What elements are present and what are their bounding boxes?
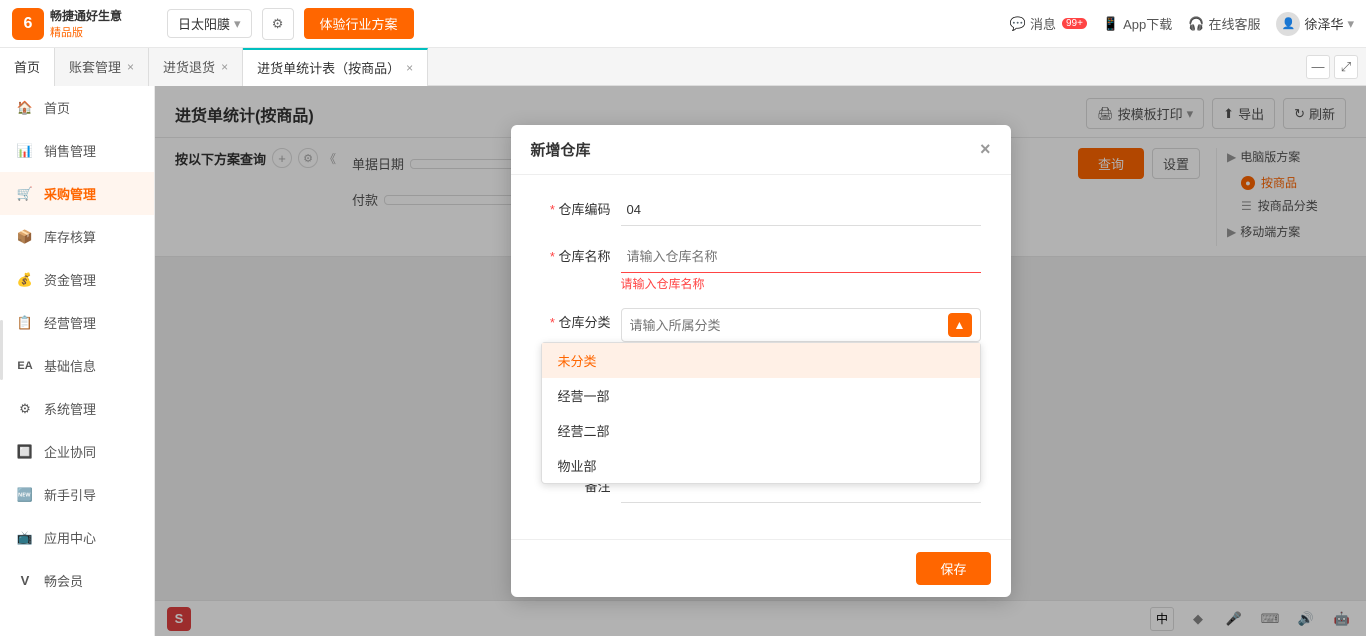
inventory-icon: 📦 — [16, 228, 34, 246]
category-chevron-up-button[interactable]: ▲ — [948, 313, 972, 337]
sidebar-item-basic-info[interactable]: EA 基础信息 — [0, 344, 154, 387]
sidebar-scrollbar — [0, 320, 3, 380]
message-icon: 💬 — [1010, 16, 1026, 32]
category-dropdown: 未分类 经营一部 经营二部 物业部 — [541, 342, 981, 484]
tab-home[interactable]: 首页 — [0, 48, 55, 86]
warehouse-code-control — [621, 195, 981, 226]
headset-icon: 🎧 — [1188, 16, 1204, 32]
sidebar-item-home[interactable]: 🏠 首页 — [0, 86, 154, 129]
app-logo-icon: 6 — [12, 8, 44, 40]
warehouse-name-control: 请输入仓库名称 — [621, 242, 981, 292]
tab-controls: — ⤢ — [1306, 55, 1366, 79]
sidebar-item-purchase[interactable]: 🛒 采购管理 — [0, 172, 154, 215]
online-service-button[interactable]: 🎧 在线客服 — [1188, 14, 1260, 33]
main-layout: 🏠 首页 📊 销售管理 🛒 采购管理 📦 库存核算 💰 资金管理 📋 经营管理 … — [0, 86, 1366, 636]
finance-icon: 💰 — [16, 271, 34, 289]
home-icon: 🏠 — [16, 99, 34, 117]
enterprise-icon: 🔲 — [16, 443, 34, 461]
sidebar: 🏠 首页 📊 销售管理 🛒 采购管理 📦 库存核算 💰 资金管理 📋 经营管理 … — [0, 86, 155, 636]
sidebar-item-sales[interactable]: 📊 销售管理 — [0, 129, 154, 172]
tab-accounts[interactable]: 账套管理 × — [55, 48, 149, 86]
new-warehouse-modal: 新增仓库 × 仓库编码 仓库名称 — [511, 125, 1011, 597]
user-menu[interactable]: 👤 徐泽华 ▾ — [1276, 12, 1354, 36]
user-avatar: 👤 — [1276, 12, 1300, 36]
category-input[interactable] — [630, 318, 948, 333]
warehouse-name-error: 请输入仓库名称 — [621, 275, 981, 292]
logo-area: 6 畅捷通好生意 精品版 — [12, 7, 167, 40]
system-icon: ⚙ — [16, 400, 34, 418]
warehouse-category-label: 仓库分类 — [541, 308, 621, 338]
sidebar-item-app-center[interactable]: 📺 应用中心 — [0, 516, 154, 559]
modal-close-button[interactable]: × — [980, 139, 991, 160]
sidebar-item-finance[interactable]: 💰 资金管理 — [0, 258, 154, 301]
home-tab-label: 首页 — [14, 57, 40, 76]
company-selector[interactable]: 日太阳膜 ▾ — [167, 9, 252, 38]
warehouse-category-control: ▲ 未分类 经营一部 经营二部 物业部 — [621, 308, 981, 342]
modal-body: 仓库编码 仓库名称 请输入仓库名称 — [511, 175, 1011, 539]
page-content-wrap: 进货单统计(按商品) 🖨 按模板打印 ▾ ⬆ 导出 ↻ — [155, 86, 1366, 636]
guide-icon: 🆕 — [16, 486, 34, 504]
member-icon: V — [16, 572, 34, 590]
tab-maximize-button[interactable]: ⤢ — [1334, 55, 1358, 79]
user-dropdown-arrow: ▾ — [1347, 16, 1354, 32]
app-download-button[interactable]: 📱 App下载 — [1103, 14, 1172, 33]
messages-badge: 99+ — [1062, 18, 1087, 29]
sidebar-item-system[interactable]: ⚙ 系统管理 — [0, 387, 154, 430]
header-right: 💬 消息 99+ 📱 App下载 🎧 在线客服 👤 徐泽华 ▾ — [1010, 12, 1354, 36]
content-area: 进货单统计(按商品) 🖨 按模板打印 ▾ ⬆ 导出 ↻ — [155, 86, 1366, 636]
top-header: 6 畅捷通好生意 精品版 日太阳膜 ▾ ⚙ 体验行业方案 💬 消息 99+ 📱 … — [0, 0, 1366, 48]
tab-minimize-button[interactable]: — — [1306, 55, 1330, 79]
app-center-icon: 📺 — [16, 529, 34, 547]
modal-footer: 保存 — [511, 539, 1011, 597]
purchase-icon: 🛒 — [16, 185, 34, 203]
sidebar-item-inventory[interactable]: 📦 库存核算 — [0, 215, 154, 258]
sidebar-item-enterprise[interactable]: 🔲 企业协同 — [0, 430, 154, 473]
sales-icon: 📊 — [16, 142, 34, 160]
sidebar-item-guide[interactable]: 🆕 新手引导 — [0, 473, 154, 516]
trial-button[interactable]: 体验行业方案 — [304, 8, 414, 39]
dropdown-item-ops1[interactable]: 经营一部 — [542, 378, 980, 413]
settings-gear-button[interactable]: ⚙ — [262, 8, 294, 40]
save-button[interactable]: 保存 — [916, 552, 990, 585]
tab-purchase-return-close[interactable]: × — [221, 60, 228, 74]
category-input-wrap: ▲ — [621, 308, 981, 342]
phone-icon: 📱 — [1103, 16, 1119, 32]
sidebar-item-member[interactable]: V 畅会员 — [0, 559, 154, 602]
tab-purchase-stats-close[interactable]: × — [406, 61, 413, 75]
tab-accounts-close[interactable]: × — [127, 60, 134, 74]
modal-header: 新增仓库 × — [511, 125, 1011, 175]
warehouse-category-row: 仓库分类 ▲ 未分类 经营一部 经营二部 — [541, 308, 981, 342]
tab-purchase-return[interactable]: 进货退货 × — [149, 48, 243, 86]
warehouse-name-label: 仓库名称 — [541, 242, 621, 272]
operations-icon: 📋 — [16, 314, 34, 332]
logo-text: 畅捷通好生意 精品版 — [50, 7, 122, 40]
dropdown-item-property[interactable]: 物业部 — [542, 448, 980, 483]
modal-title: 新增仓库 — [531, 139, 591, 160]
warehouse-name-input[interactable] — [621, 242, 981, 273]
tab-purchase-stats[interactable]: 进货单统计表（按商品） × — [243, 48, 428, 86]
modal-overlay: 新增仓库 × 仓库编码 仓库名称 — [155, 86, 1366, 636]
header-middle: 日太阳膜 ▾ ⚙ 体验行业方案 — [167, 8, 1010, 40]
basic-info-icon: EA — [16, 357, 34, 375]
dropdown-item-uncategorized[interactable]: 未分类 — [542, 343, 980, 378]
warehouse-code-input[interactable] — [621, 195, 981, 226]
warehouse-code-row: 仓库编码 — [541, 195, 981, 226]
warehouse-code-label: 仓库编码 — [541, 195, 621, 225]
sidebar-item-operations[interactable]: 📋 经营管理 — [0, 301, 154, 344]
warehouse-name-row: 仓库名称 请输入仓库名称 — [541, 242, 981, 292]
dropdown-item-ops2[interactable]: 经营二部 — [542, 413, 980, 448]
dropdown-arrow-icon: ▾ — [234, 16, 241, 32]
tab-bar: 首页 账套管理 × 进货退货 × 进货单统计表（按商品） × — ⤢ — [0, 48, 1366, 86]
messages-button[interactable]: 💬 消息 99+ — [1010, 14, 1087, 33]
